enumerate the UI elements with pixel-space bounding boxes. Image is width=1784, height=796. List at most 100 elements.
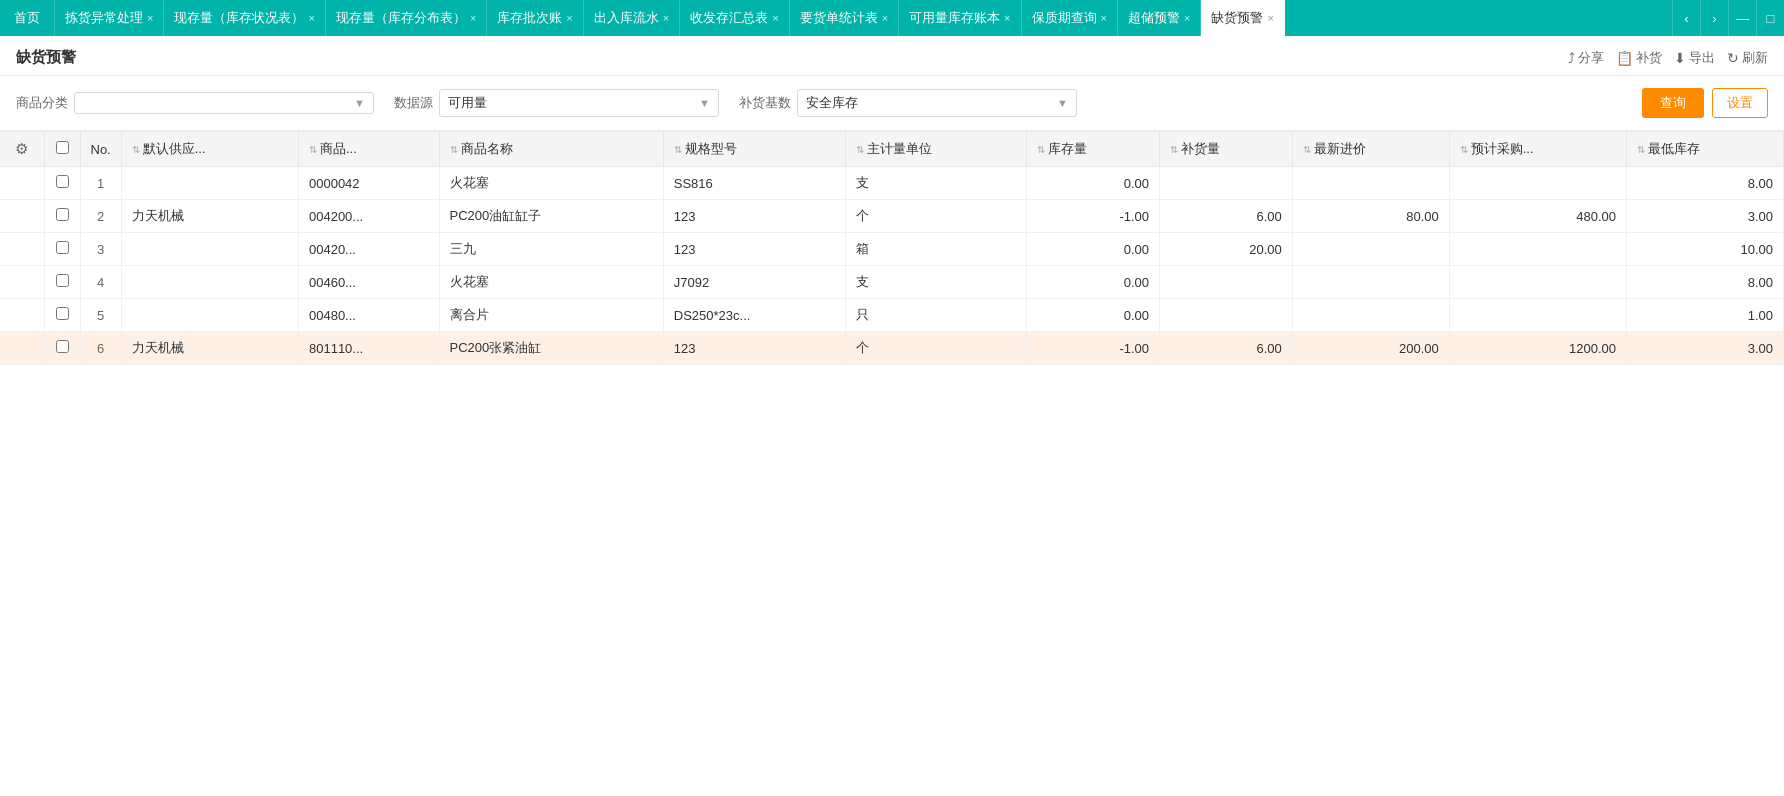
- row-latest-price: [1292, 266, 1449, 299]
- nav-tab-现存量库存分布表[interactable]: 现存量（库存分布表）×: [326, 0, 487, 36]
- col-supplement-header[interactable]: ⇅ 补货量: [1160, 132, 1293, 167]
- nav-tab-拣货异常处理[interactable]: 拣货异常处理×: [55, 0, 164, 36]
- row-supplier: 力天机械: [121, 332, 298, 365]
- sort-icon: ⇅: [132, 144, 140, 155]
- row-select-checkbox[interactable]: [56, 208, 69, 221]
- category-select[interactable]: ▼: [74, 92, 374, 114]
- row-checkbox[interactable]: [44, 167, 80, 200]
- nav-tabs: 拣货异常处理×现存量（库存状况表）×现存量（库存分布表）×库存批次账×出入库流水…: [55, 0, 1672, 36]
- row-no: 5: [80, 299, 121, 332]
- row-spec: SS816: [663, 167, 845, 200]
- supplement-base-select[interactable]: 安全库存 ▼: [797, 89, 1077, 117]
- refresh-button[interactable]: ↻ 刷新: [1727, 49, 1768, 67]
- nav-tab-label: 缺货预警: [1211, 9, 1263, 27]
- nav-tab-库存批次账[interactable]: 库存批次账 ×: [487, 0, 583, 36]
- tab-close-icon[interactable]: ×: [772, 12, 778, 24]
- row-supplement: [1160, 167, 1293, 200]
- row-checkbox[interactable]: [44, 332, 80, 365]
- nav-tab-要货单统计表[interactable]: 要货单统计表×: [790, 0, 899, 36]
- row-goods-code: 00460...: [298, 266, 439, 299]
- row-checkbox[interactable]: [44, 266, 80, 299]
- row-estimated-purchase: 1200.00: [1449, 332, 1626, 365]
- tab-close-icon[interactable]: ×: [308, 12, 314, 24]
- nav-tab-label: 出入库流水: [594, 9, 659, 27]
- sort-icon-code: ⇅: [309, 144, 317, 155]
- tab-close-icon[interactable]: ×: [1184, 12, 1190, 24]
- nav-tab-保质期查询[interactable]: 保质期查询 ×: [1022, 0, 1118, 36]
- tab-close-icon[interactable]: ×: [663, 12, 669, 24]
- row-checkbox[interactable]: [44, 299, 80, 332]
- nav-home[interactable]: 首页: [0, 0, 55, 36]
- table-header-row: ⚙ No. ⇅ 默认供应... ⇅: [0, 132, 1784, 167]
- col-estimated-header[interactable]: ⇅ 预计采购...: [1449, 132, 1626, 167]
- filter-datasource: 数据源 可用量 ▼: [394, 89, 719, 117]
- nav-next-arrow[interactable]: ›: [1700, 0, 1728, 36]
- row-no: 4: [80, 266, 121, 299]
- row-goods-name: PC200张紧油缸: [439, 332, 663, 365]
- row-spec: 123: [663, 200, 845, 233]
- nav-prev-arrow[interactable]: ‹: [1672, 0, 1700, 36]
- nav-tab-超储预警[interactable]: 超储预警×: [1118, 0, 1201, 36]
- nav-tab-label: 可用量库存账本: [909, 9, 1000, 27]
- tab-close-icon[interactable]: ×: [882, 12, 888, 24]
- settings-button[interactable]: 设置: [1712, 88, 1768, 118]
- row-checkbox[interactable]: [44, 233, 80, 266]
- table-row: 1 0000042 火花塞 SS816 支 0.00 8.00: [0, 167, 1784, 200]
- share-button[interactable]: ⤴ 分享: [1568, 49, 1604, 67]
- category-label: 商品分类: [16, 94, 68, 112]
- col-checkbox-header[interactable]: [44, 132, 80, 167]
- query-button[interactable]: 查询: [1642, 88, 1704, 118]
- supplement-button[interactable]: 📋 补货: [1616, 49, 1662, 67]
- row-select-checkbox[interactable]: [56, 175, 69, 188]
- row-min-stock: 3.00: [1626, 200, 1783, 233]
- row-min-stock: 10.00: [1626, 233, 1783, 266]
- row-goods-code: 00480...: [298, 299, 439, 332]
- row-select-checkbox[interactable]: [56, 274, 69, 287]
- row-select-checkbox[interactable]: [56, 307, 69, 320]
- row-checkbox[interactable]: [44, 200, 80, 233]
- col-latest-price-header[interactable]: ⇅ 最新进价: [1292, 132, 1449, 167]
- nav-tab-可用量库存账本[interactable]: 可用量库存账本 ×: [899, 0, 1021, 36]
- col-goods-code-header[interactable]: ⇅ 商品...: [298, 132, 439, 167]
- supplement-icon: 📋: [1616, 50, 1633, 66]
- row-spec: DS250*23c...: [663, 299, 845, 332]
- nav-maximize[interactable]: □: [1756, 0, 1784, 36]
- tab-close-icon[interactable]: ×: [470, 12, 476, 24]
- col-settings-header[interactable]: ⚙: [0, 132, 44, 167]
- tab-close-icon[interactable]: ×: [1004, 12, 1010, 24]
- sort-icon-min: ⇅: [1637, 144, 1645, 155]
- nav-tab-label: 库存批次账: [497, 9, 562, 27]
- col-min-stock-header[interactable]: ⇅ 最低库存: [1626, 132, 1783, 167]
- export-button[interactable]: ⬇ 导出: [1674, 49, 1715, 67]
- nav-tab-现存量库存状况表[interactable]: 现存量（库存状况表）×: [164, 0, 325, 36]
- row-select-checkbox[interactable]: [56, 241, 69, 254]
- row-unit: 个: [846, 200, 1027, 233]
- col-no-header: No.: [80, 132, 121, 167]
- col-spec-header[interactable]: ⇅ 规格型号: [663, 132, 845, 167]
- share-icon: ⤴: [1568, 50, 1575, 66]
- nav-tab-出入库流水[interactable]: 出入库流水 ×: [584, 0, 680, 36]
- col-stock-header[interactable]: ⇅ 库存量: [1027, 132, 1160, 167]
- row-stock: -1.00: [1027, 200, 1160, 233]
- sort-icon-unit: ⇅: [856, 144, 864, 155]
- row-unit: 箱: [846, 233, 1027, 266]
- select-all-checkbox[interactable]: [56, 141, 69, 154]
- col-goods-name-header[interactable]: ⇅ 商品名称: [439, 132, 663, 167]
- col-unit-header[interactable]: ⇅ 主计量单位: [846, 132, 1027, 167]
- row-supplier: 力天机械: [121, 200, 298, 233]
- gear-icon[interactable]: ⚙: [15, 140, 28, 158]
- nav-tab-收发存汇总表[interactable]: 收发存汇总表×: [680, 0, 789, 36]
- tab-close-icon[interactable]: ×: [566, 12, 572, 24]
- row-supplement: [1160, 299, 1293, 332]
- tab-close-icon[interactable]: ×: [147, 12, 153, 24]
- col-supplier-header[interactable]: ⇅ 默认供应...: [121, 132, 298, 167]
- nav-tab-缺货预警[interactable]: 缺货预警 ×: [1201, 0, 1284, 36]
- tab-close-icon[interactable]: ×: [1267, 12, 1273, 24]
- nav-tab-label: 保质期查询: [1032, 9, 1097, 27]
- datasource-select[interactable]: 可用量 ▼: [439, 89, 719, 117]
- refresh-label: 刷新: [1742, 49, 1768, 67]
- tab-close-icon[interactable]: ×: [1101, 12, 1107, 24]
- row-select-checkbox[interactable]: [56, 340, 69, 353]
- nav-minimize[interactable]: —: [1728, 0, 1756, 36]
- main-content: 缺货预警 ⤴ 分享 📋 补货 ⬇ 导出 ↻ 刷新 商品分类: [0, 36, 1784, 796]
